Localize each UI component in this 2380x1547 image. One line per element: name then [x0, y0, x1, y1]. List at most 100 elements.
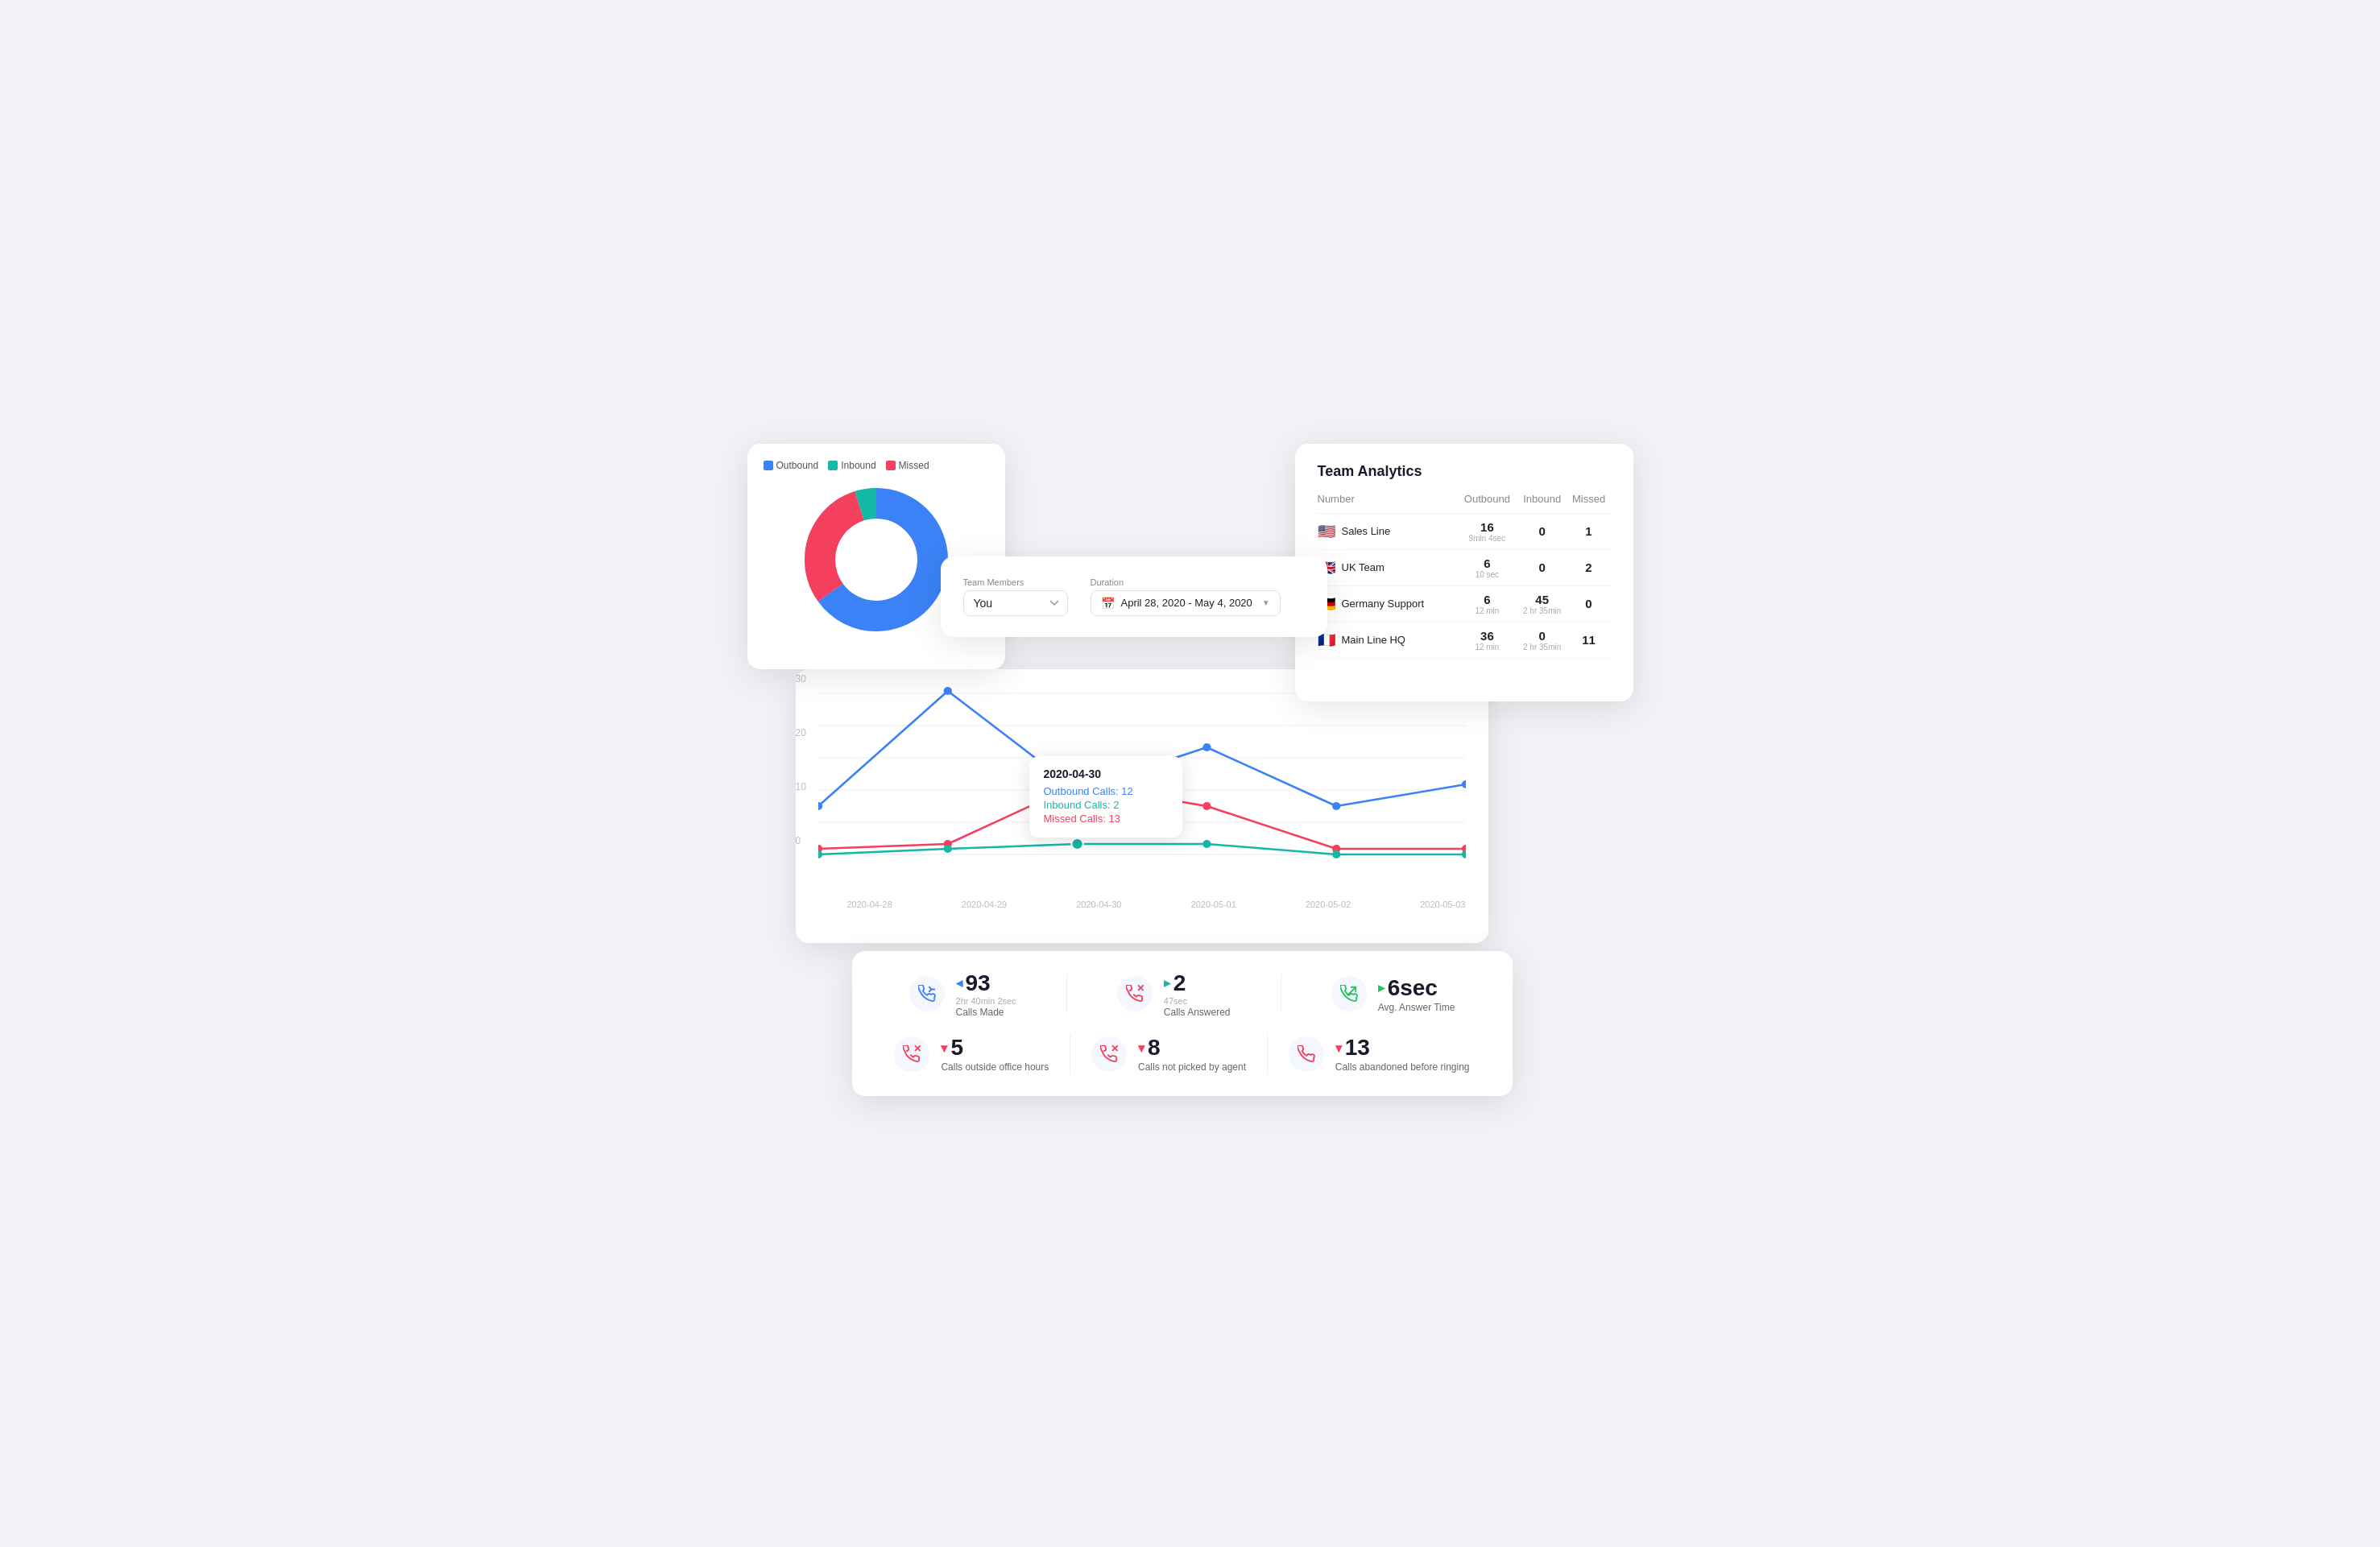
table-row: 🇩🇪 Germany Support 6 12 min 45 2 hr 35mi… — [1318, 585, 1611, 622]
not-picked-arrow: ▾ — [1138, 1040, 1144, 1056]
svg-point-28 — [1461, 850, 1465, 858]
abandoned-number: 13 — [1345, 1035, 1370, 1061]
outbound-cell: 6 12 min — [1457, 585, 1517, 622]
analytics-card: Team Analytics Number Outbound Inbound M… — [1295, 444, 1633, 701]
missed-cell: 11 — [1567, 622, 1611, 658]
missed-cell: 2 — [1567, 549, 1611, 585]
avg-answer-icon — [1331, 976, 1367, 1011]
legend-dot-missed — [886, 461, 896, 470]
legend-label-inbound: Inbound — [841, 460, 875, 471]
tooltip-inbound: Inbound Calls: 2 — [1044, 799, 1168, 811]
col-outbound: Outbound — [1457, 493, 1517, 514]
stat-calls-answered: ▸ 2 47sec Calls Answered — [1117, 970, 1231, 1018]
stats-row-1: ◂ 93 2hr 40min 2sec Calls Made ▸ 2 — [884, 970, 1480, 1018]
main-scene: Outbound Inbound Missed — [747, 444, 1633, 1104]
team-name-cell: 🇫🇷 Main Line HQ — [1318, 622, 1458, 658]
x-label: 2020-05-02 — [1306, 900, 1351, 909]
abandoned-content: ▾ 13 Calls abandoned before ringing — [1335, 1035, 1470, 1073]
col-inbound: Inbound — [1517, 493, 1567, 514]
stat-divider — [1066, 974, 1067, 1014]
legend-outbound: Outbound — [764, 460, 819, 471]
chart-tooltip: 2020-04-30 Outbound Calls: 12 Inbound Ca… — [1029, 756, 1182, 838]
abandoned-arrow: ▾ — [1335, 1040, 1342, 1056]
outbound-cell: 36 12 min — [1457, 622, 1517, 658]
stats-card: ◂ 93 2hr 40min 2sec Calls Made ▸ 2 — [852, 951, 1513, 1096]
stat-outside-hours: ▾ 5 Calls outside office hours — [894, 1035, 1049, 1073]
calls-made-label: Calls Made — [956, 1007, 1016, 1018]
team-name-cell: 🇬🇧 UK Team — [1318, 549, 1458, 585]
x-label: 2020-05-03 — [1420, 900, 1465, 909]
calls-answered-content: ▸ 2 47sec Calls Answered — [1164, 970, 1231, 1018]
x-label: 2020-04-28 — [847, 900, 892, 909]
not-picked-number: 8 — [1148, 1035, 1161, 1061]
stat-calls-made: ◂ 93 2hr 40min 2sec Calls Made — [909, 970, 1016, 1018]
avg-answer-number: 6sec — [1388, 975, 1438, 1001]
analytics-title: Team Analytics — [1318, 463, 1611, 480]
svg-point-15 — [1332, 802, 1340, 810]
col-number: Number — [1318, 493, 1458, 514]
x-label: 2020-04-29 — [962, 900, 1007, 909]
analytics-table: Number Outbound Inbound Missed 🇺🇸 Sales … — [1318, 493, 1611, 659]
outside-hours-label: Calls outside office hours — [941, 1061, 1049, 1073]
stat-divider — [1267, 1034, 1268, 1074]
inbound-cell: 0 2 hr 35min — [1517, 622, 1567, 658]
tooltip-missed: Missed Calls: 13 — [1044, 813, 1168, 825]
y-label: 30 — [796, 673, 806, 685]
calls-made-number: 93 — [966, 970, 991, 996]
outside-hours-content: ▾ 5 Calls outside office hours — [941, 1035, 1049, 1073]
inbound-cell: 45 2 hr 35min — [1517, 585, 1567, 622]
svg-point-25 — [1071, 838, 1082, 850]
tooltip-date: 2020-04-30 — [1044, 767, 1168, 780]
not-picked-icon — [1091, 1036, 1127, 1072]
svg-point-23 — [818, 850, 822, 858]
team-name-cell: 🇩🇪 Germany Support — [1318, 585, 1458, 622]
stats-row-2: ▾ 5 Calls outside office hours ▾ 8 Calls… — [884, 1034, 1480, 1074]
avg-answer-content: ▸ 6sec Avg. Answer Time — [1378, 975, 1455, 1013]
date-range-picker[interactable]: 📅 April 28, 2020 - May 4, 2020 ▼ — [1091, 590, 1281, 616]
team-name-mainline: Main Line HQ — [1342, 634, 1405, 646]
outside-hours-number: 5 — [950, 1035, 963, 1061]
x-label: 2020-05-01 — [1191, 900, 1236, 909]
missed-cell: 1 — [1567, 513, 1611, 549]
not-picked-content: ▾ 8 Calls not picked by agent — [1138, 1035, 1246, 1073]
outbound-cell: 16 9min 4sec — [1457, 513, 1517, 549]
team-name-uk: UK Team — [1342, 561, 1385, 573]
svg-point-12 — [943, 687, 951, 695]
col-missed: Missed — [1567, 493, 1611, 514]
stat-abandoned: ▾ 13 Calls abandoned before ringing — [1289, 1035, 1470, 1073]
x-label: 2020-04-30 — [1076, 900, 1121, 909]
calls-made-arrow: ◂ — [956, 975, 962, 991]
team-members-filter: Team Members You — [963, 577, 1068, 616]
team-name-germany: Germany Support — [1342, 598, 1425, 610]
tooltip-outbound: Outbound Calls: 12 — [1044, 785, 1168, 797]
calls-answered-arrow: ▸ — [1164, 975, 1170, 991]
missed-cell: 0 — [1567, 585, 1611, 622]
calls-made-sub: 2hr 40min 2sec — [956, 996, 1016, 1006]
calls-made-icon — [909, 976, 945, 1011]
stat-not-picked: ▾ 8 Calls not picked by agent — [1091, 1035, 1246, 1073]
outbound-cell: 6 10 sec — [1457, 549, 1517, 585]
legend-dot-outbound — [764, 461, 773, 470]
legend: Outbound Inbound Missed — [764, 460, 989, 471]
outside-hours-icon — [894, 1036, 929, 1072]
calls-answered-sub: 47sec — [1164, 996, 1231, 1006]
calendar-icon: 📅 — [1101, 597, 1115, 610]
inbound-cell: 0 — [1517, 513, 1567, 549]
legend-inbound: Inbound — [828, 460, 875, 471]
svg-point-27 — [1332, 850, 1340, 858]
legend-label-outbound: Outbound — [776, 460, 819, 471]
abandoned-icon — [1289, 1036, 1324, 1072]
duration-filter: Duration 📅 April 28, 2020 - May 4, 2020 … — [1091, 577, 1281, 616]
legend-dot-inbound — [828, 461, 838, 470]
avg-answer-label: Avg. Answer Time — [1378, 1002, 1455, 1013]
team-members-select[interactable]: You — [963, 590, 1068, 616]
table-row: 🇺🇸 Sales Line 16 9min 4sec 0 1 — [1318, 513, 1611, 549]
calls-answered-icon — [1117, 976, 1153, 1011]
svg-point-16 — [1461, 780, 1465, 788]
inbound-cell: 0 — [1517, 549, 1567, 585]
avg-answer-arrow: ▸ — [1378, 980, 1385, 995]
chevron-down-icon: ▼ — [1262, 598, 1270, 607]
svg-point-26 — [1202, 840, 1211, 848]
flag-us: 🇺🇸 — [1318, 523, 1335, 540]
team-name-cell: 🇺🇸 Sales Line — [1318, 513, 1458, 549]
